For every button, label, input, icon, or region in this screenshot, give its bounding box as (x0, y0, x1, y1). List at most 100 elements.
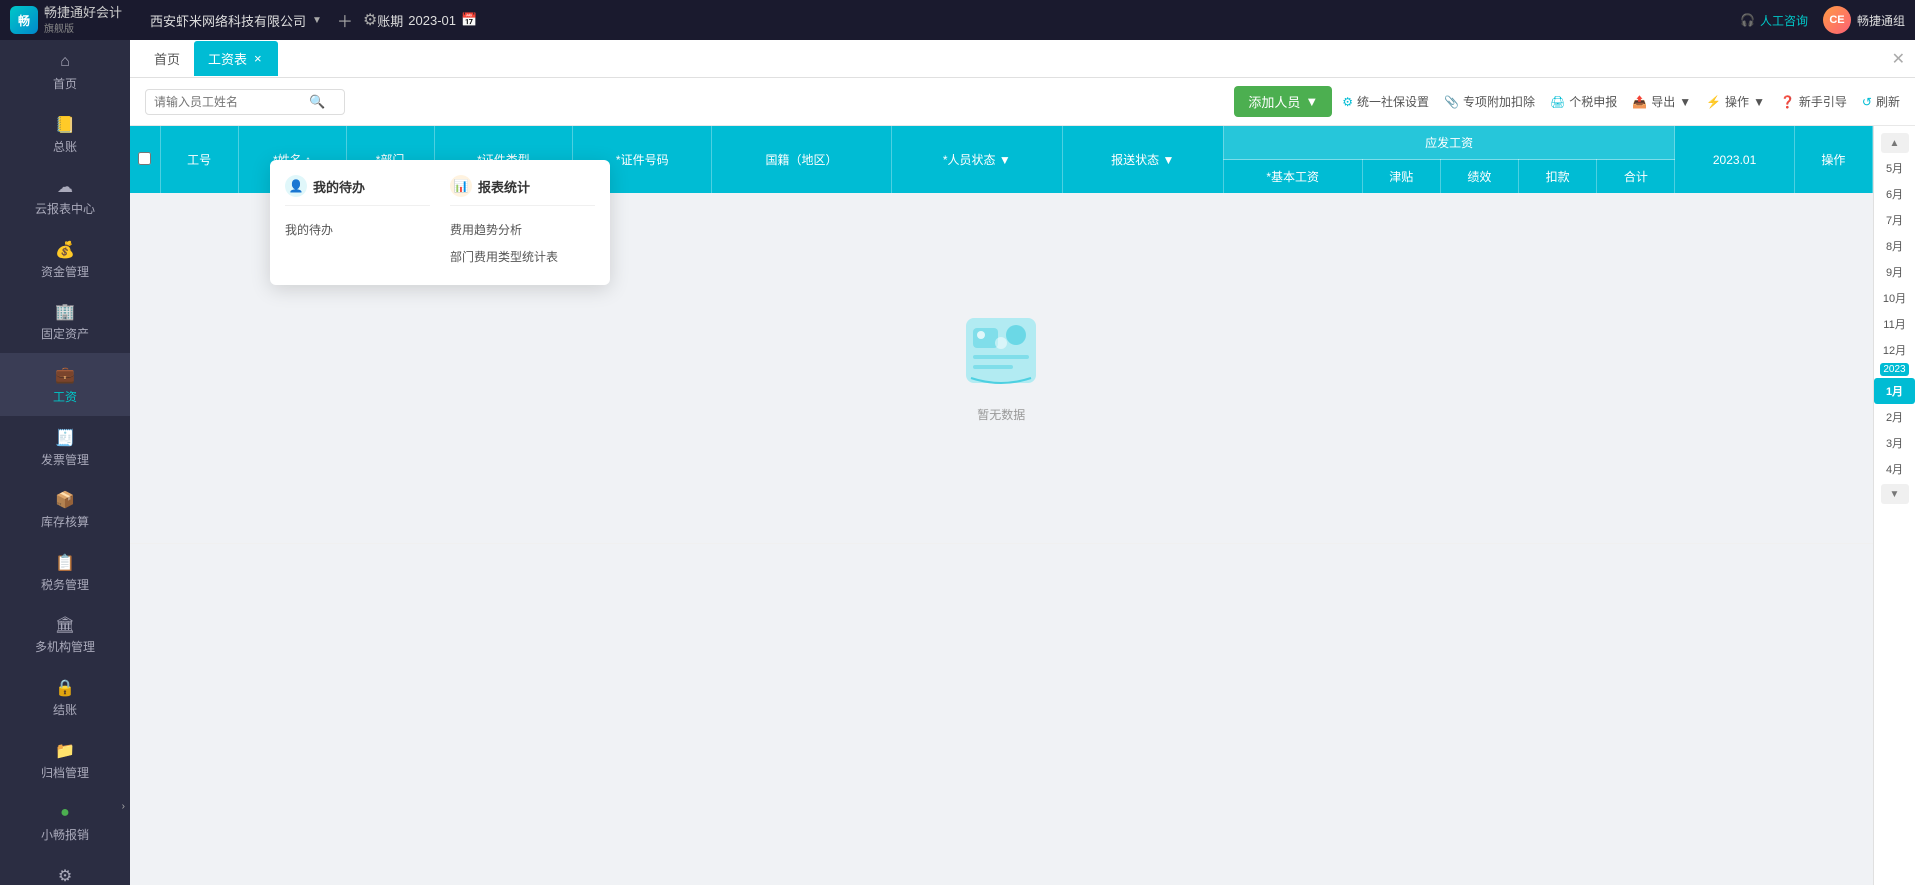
sidebar-item-archive[interactable]: 📁 归档管理 (0, 729, 130, 792)
sidebar-item-funds[interactable]: 💰 资金管理 (0, 228, 130, 291)
chevron-right-icon: › (122, 801, 125, 812)
period-label: 账期 (377, 11, 403, 30)
invoice-icon: 🧾 (55, 428, 75, 448)
add-person-label: 添加人员 (1248, 92, 1300, 111)
user-support[interactable]: 🎧 人工咨询 (1740, 12, 1808, 29)
sidebar-item-salary[interactable]: 💼 工资 (0, 353, 130, 416)
sidebar-item-xiaochang[interactable]: ● 小畅报销 › (0, 791, 130, 854)
sidebar-label-tax: 税务管理 (41, 578, 89, 594)
month-item-10[interactable]: 10月 (1874, 285, 1915, 311)
period-info: 账期 2023-01 📅 (377, 11, 477, 30)
sidebar-item-close[interactable]: 🔒 结账 (0, 666, 130, 729)
th-checkbox[interactable] (130, 126, 160, 193)
report-popup-icon: 📊 (450, 175, 472, 197)
month-item-12[interactable]: 12月 (1874, 337, 1915, 363)
sidebar-item-multi[interactable]: 🏛 多机构管理 (0, 603, 130, 666)
new-guide-icon: ❓ (1780, 95, 1795, 109)
th-id: 工号 (160, 126, 238, 193)
top-header: 畅 畅捷通好会计 旗舰版 西安虾米网络科技有限公司 ▼ ＋ ⚙ 账期 2023-… (0, 0, 1915, 40)
calendar-icon[interactable]: 📅 (461, 12, 477, 28)
month-item-3[interactable]: 3月 (1874, 430, 1915, 456)
settings-icon[interactable]: ⚙ (363, 10, 377, 30)
company-selector[interactable]: 西安虾米网络科技有限公司 ▼ (150, 11, 322, 30)
month-item-7[interactable]: 7月 (1874, 207, 1915, 233)
month-item-9[interactable]: 9月 (1874, 259, 1915, 285)
th-status: *人员状态 ▼ (891, 126, 1062, 193)
refresh-icon: ↺ (1862, 95, 1872, 109)
settings-sidebar-icon: ⚙ (55, 866, 75, 885)
th-report-status: 报送状态 ▼ (1062, 126, 1223, 193)
empty-state: 暂无数据 (130, 253, 1873, 483)
month-item-5[interactable]: 5月 (1874, 155, 1915, 181)
chevron-down-icon: ▼ (312, 15, 322, 26)
sidebar-item-tax[interactable]: 📋 税务管理 (0, 541, 130, 604)
sidebar-item-inventory[interactable]: 📦 库存核算 (0, 478, 130, 541)
tab-salary-label: 工资表 (208, 49, 247, 68)
sidebar-label-multi: 多机构管理 (35, 640, 95, 656)
archive-icon: 📁 (55, 741, 75, 761)
special-deduction-btn[interactable]: 📎 专项附加扣除 (1444, 93, 1535, 110)
popup-columns: 👤 我的待办 我的待办 📊 报表统计 费用趋势分析 (285, 175, 595, 270)
user-info[interactable]: CE 畅捷通组 (1823, 6, 1905, 34)
social-insurance-label: 统一社保设置 (1357, 93, 1429, 110)
add-button[interactable]: ＋ (337, 8, 353, 32)
search-icon[interactable]: 🔍 (309, 94, 325, 110)
popup-col-todo: 👤 我的待办 我的待办 (285, 175, 430, 270)
tab-salary-table[interactable]: 工资表 × (194, 41, 278, 76)
company-name: 西安虾米网络科技有限公司 (150, 11, 306, 30)
popup-col-report: 📊 报表统计 费用趋势分析 部门费用类型统计表 (450, 175, 595, 270)
month-item-1[interactable]: 1月 (1874, 378, 1915, 404)
sidebar-label-inventory: 库存核算 (41, 515, 89, 531)
sidebar: ⌂ 首页 📒 总账 ☁ 云报表中心 💰 资金管理 🏢 固定资产 💼 工资 🧾 发… (0, 40, 130, 885)
sidebar-label-invoice: 发票管理 (41, 453, 89, 469)
th-bonus: 绩效 (1440, 160, 1518, 194)
month-item-2[interactable]: 2月 (1874, 404, 1915, 430)
assets-icon: 🏢 (55, 302, 75, 322)
month-item-4[interactable]: 4月 (1874, 456, 1915, 482)
export-btn[interactable]: 📤 导出 ▼ (1632, 93, 1691, 110)
top-right: 🎧 人工咨询 CE 畅捷通组 (1740, 6, 1905, 34)
th-group-salary: 应发工资 (1223, 126, 1675, 160)
month-item-11[interactable]: 11月 (1874, 311, 1915, 337)
select-all-checkbox[interactable] (138, 152, 151, 165)
tab-home-label: 首页 (154, 49, 180, 68)
sidebar-item-ledger[interactable]: 📒 总账 (0, 103, 130, 166)
operate-icon: ⚡ (1706, 95, 1721, 109)
month-next-btn[interactable]: ▼ (1881, 484, 1909, 504)
th-subsidy: 津贴 (1362, 160, 1440, 194)
month-prev-btn[interactable]: ▲ (1881, 133, 1909, 153)
th-col-date: 2023.01 (1675, 126, 1794, 193)
sidebar-item-settings[interactable]: ⚙ 基础设置 (0, 854, 130, 885)
dropdown-popup: 👤 我的待办 我的待办 📊 报表统计 费用趋势分析 (270, 160, 610, 285)
tab-home[interactable]: 首页 (140, 41, 194, 76)
operate-btn[interactable]: ⚡ 操作 ▼ (1706, 93, 1765, 110)
month-item-6[interactable]: 6月 (1874, 181, 1915, 207)
app-logo: 畅 (10, 6, 38, 34)
sidebar-item-report[interactable]: ☁ 云报表中心 (0, 165, 130, 228)
sidebar-label-xiaochang: 小畅报销 (41, 828, 89, 844)
popup-todo-title: 我的待办 (313, 177, 365, 196)
tax-report-btn[interactable]: 🖨 个税申报 (1550, 93, 1617, 110)
social-insurance-icon: ⚙ (1342, 95, 1353, 109)
refresh-btn[interactable]: ↺ 刷新 (1862, 93, 1900, 110)
search-input[interactable] (154, 95, 304, 109)
headset-icon: 🎧 (1740, 13, 1755, 27)
popup-item-my-todo[interactable]: 我的待办 (285, 216, 430, 243)
th-deduct: 扣款 (1519, 160, 1597, 194)
sidebar-item-assets[interactable]: 🏢 固定资产 (0, 290, 130, 353)
multi-icon: 🏛 (55, 615, 75, 635)
new-guide-btn[interactable]: ❓ 新手引导 (1780, 93, 1847, 110)
tab-close-button[interactable]: × (252, 51, 264, 66)
operate-chevron-icon: ▼ (1753, 95, 1765, 109)
tax-icon: 📋 (55, 553, 75, 573)
sidebar-item-home[interactable]: ⌂ 首页 (0, 40, 130, 103)
month-item-8[interactable]: 8月 (1874, 233, 1915, 259)
social-insurance-btn[interactable]: ⚙ 统一社保设置 (1342, 93, 1429, 110)
close-page-button[interactable]: ✕ (1892, 49, 1905, 69)
add-person-button[interactable]: 添加人员 ▼ (1234, 86, 1332, 117)
popup-item-cost-trend[interactable]: 费用趋势分析 (450, 216, 595, 243)
popup-item-dept-cost[interactable]: 部门费用类型统计表 (450, 243, 595, 270)
header-actions: ＋ ⚙ (337, 8, 377, 32)
user-name: 畅捷通组 (1857, 12, 1905, 29)
sidebar-item-invoice[interactable]: 🧾 发票管理 (0, 416, 130, 479)
